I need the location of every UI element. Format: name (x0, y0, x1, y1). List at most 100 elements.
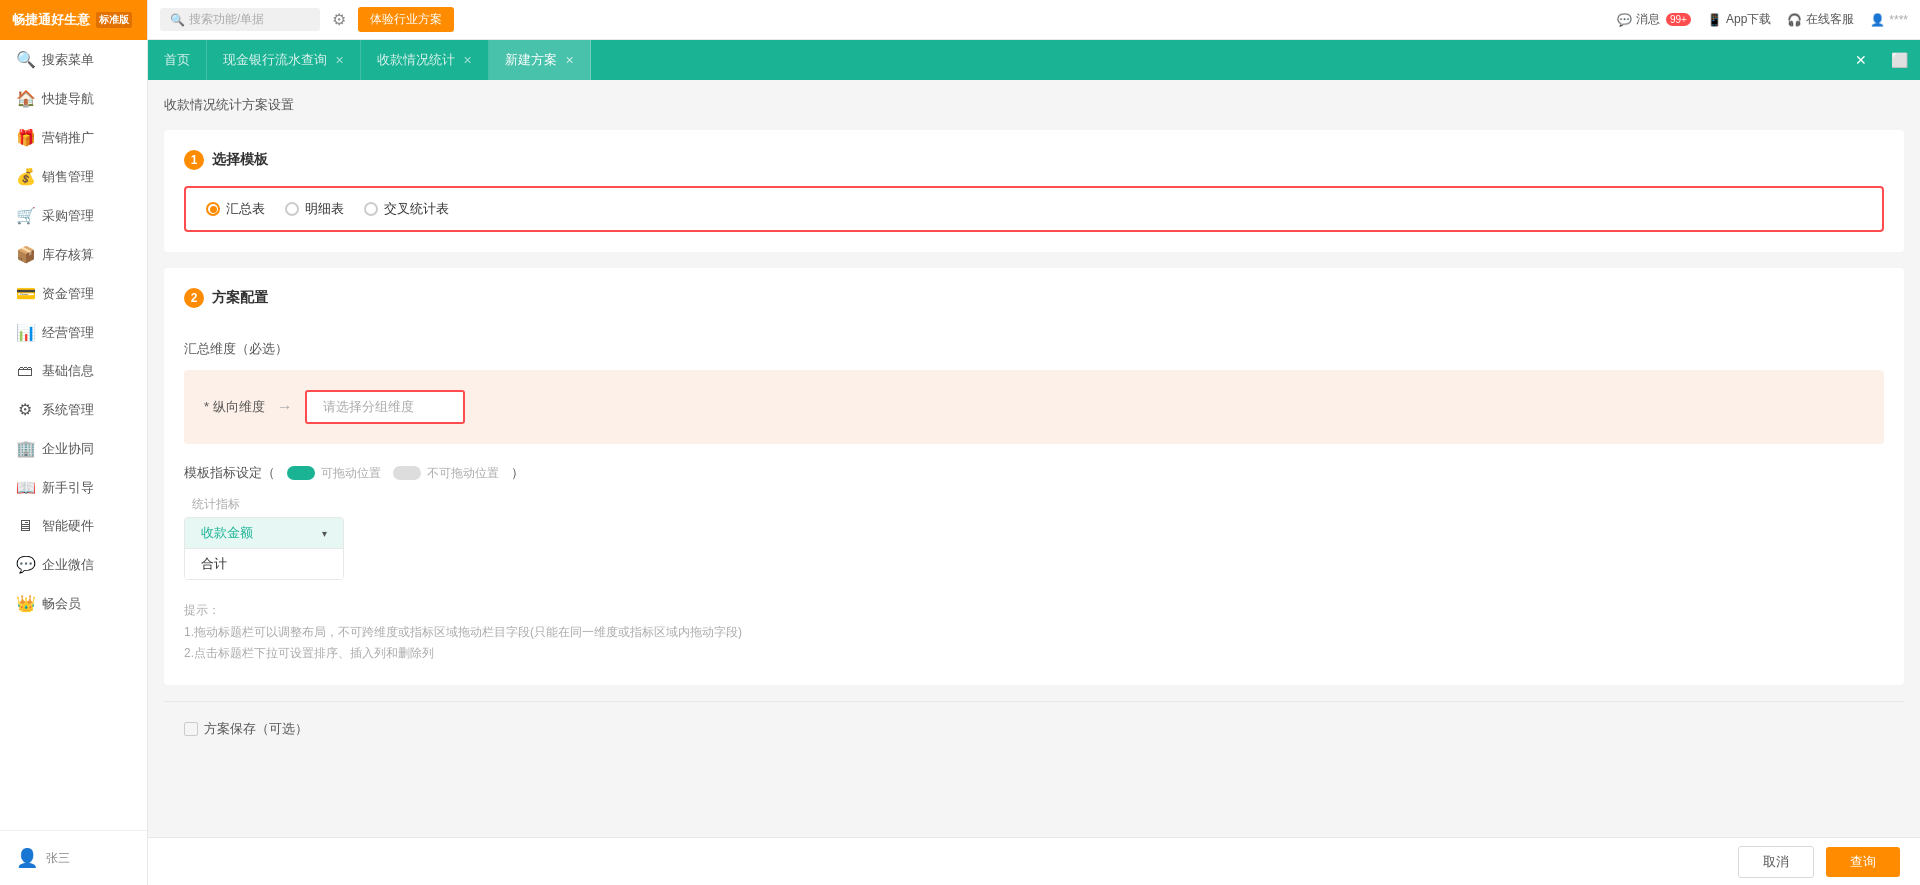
step2-text: 方案配置 (212, 289, 268, 307)
nav-icon: 🏠 (16, 89, 34, 108)
sidebar-label-system: 系统管理 (42, 401, 94, 419)
dimension-area: * 纵向维度 → 请选择分组维度 (184, 370, 1884, 444)
radio-summary-circle (206, 202, 220, 216)
trial-button[interactable]: 体验行业方案 (358, 7, 454, 32)
topbar-search-box[interactable]: 🔍 搜索功能/单据 (160, 8, 320, 31)
indicator-table: 收款金额 ▾ 合计 (184, 517, 344, 580)
dimension-select-box[interactable]: 请选择分组维度 (305, 390, 465, 424)
member-icon: 👑 (16, 594, 34, 613)
sidebar-bottom-avatar[interactable]: 👤 张三 (0, 839, 147, 877)
radio-detail-label: 明细表 (305, 200, 344, 218)
tab-bank-close-icon[interactable]: ✕ (335, 54, 344, 67)
sidebar-label-finance: 资金管理 (42, 285, 94, 303)
tab-bank-label: 现金银行流水查询 (223, 51, 327, 69)
tab-home[interactable]: 首页 (148, 40, 207, 80)
sidebar-bottom: 👤 张三 (0, 830, 147, 885)
radio-summary-label: 汇总表 (226, 200, 265, 218)
sidebar-item-operation[interactable]: 📊经营管理 (0, 313, 147, 352)
radio-cross-label: 交叉统计表 (384, 200, 449, 218)
sidebar-label-marketing: 营销推广 (42, 129, 94, 147)
radio-cross[interactable]: 交叉统计表 (364, 200, 449, 218)
sidebar-label-search: 搜索菜单 (42, 51, 94, 69)
tip-item-1: 1.拖动标题栏可以调整布局，不可跨维度或指标区域拖动栏目字段(只能在同一维度或指… (184, 622, 1884, 644)
radio-summary[interactable]: 汇总表 (206, 200, 265, 218)
draggable-hint-box (287, 466, 315, 480)
window-controls: ✕ ⬜ (1843, 40, 1920, 80)
save-checkbox-label[interactable]: 方案保存（可选） (184, 720, 308, 738)
logo-sub: 标准版 (96, 12, 132, 28)
tip-item-2: 2.点击标题栏下拉可设置排序、插入列和删除列 (184, 643, 1884, 665)
sidebar-bottom-username: 张三 (46, 850, 70, 867)
sidebar-label-sales: 销售管理 (42, 168, 94, 186)
step1-text: 选择模板 (212, 151, 268, 169)
indicator-section: 模板指标设定（ 可拖动位置 不可拖动位置 ） (184, 464, 1884, 580)
vertical-label: * 纵向维度 (204, 398, 265, 416)
sidebar-item-member[interactable]: 👑畅会员 (0, 584, 147, 623)
sidebar-item-purchase[interactable]: 🛒采购管理 (0, 196, 147, 235)
footer-bar: 方案保存（可选） (164, 701, 1904, 757)
sidebar-item-basic[interactable]: 🗃基础信息 (0, 352, 147, 390)
guide-icon: 📖 (16, 478, 34, 497)
query-button[interactable]: 查询 (1826, 847, 1900, 877)
tab-receipt[interactable]: 收款情况统计 ✕ (361, 40, 489, 80)
stats-column: 统计指标 收款金额 ▾ 合计 (184, 492, 344, 580)
step2-num: 2 (184, 288, 204, 308)
topbar-right: 💬 消息 99+ 📱 App下载 🎧 在线客服 👤 **** (1617, 11, 1908, 28)
message-item[interactable]: 💬 消息 99+ (1617, 11, 1691, 28)
save-checkbox[interactable] (184, 722, 198, 736)
sidebar-item-search[interactable]: 🔍 搜索菜单 (0, 40, 147, 79)
message-label: 消息 (1636, 11, 1660, 28)
main-area: 🔍 搜索功能/单据 ⚙ 体验行业方案 💬 消息 99+ 📱 App下载 🎧 在线… (148, 0, 1920, 885)
operation-icon: 📊 (16, 323, 34, 342)
enterprise-icon: 🏢 (16, 439, 34, 458)
plan-config: 汇总维度（必选） * 纵向维度 → 请选择分组维度 模板指标设定（ (184, 340, 1884, 665)
settings-icon[interactable]: ⚙ (328, 10, 350, 29)
radio-detail-circle (285, 202, 299, 216)
indicator-header: 模板指标设定（ 可拖动位置 不可拖动位置 ） (184, 464, 1884, 482)
template-selection-box: 汇总表 明细表 交叉统计表 (184, 186, 1884, 232)
sidebar-item-nav[interactable]: 🏠 快捷导航 (0, 79, 147, 118)
sidebar-item-sales[interactable]: 💰 销售管理 (0, 157, 147, 196)
sidebar-label-guide: 新手引导 (42, 479, 94, 497)
service-item[interactable]: 🎧 在线客服 (1787, 11, 1854, 28)
tab-new-plan[interactable]: 新建方案 ✕ (489, 40, 591, 80)
sidebar-item-system[interactable]: ⚙系统管理 (0, 390, 147, 429)
sidebar-item-enterprise[interactable]: 🏢企业协同 (0, 429, 147, 468)
user-icon: 👤 (1870, 13, 1885, 27)
sidebar-label-basic: 基础信息 (42, 362, 94, 380)
user-item[interactable]: 👤 **** (1870, 13, 1908, 27)
indicator-table-header[interactable]: 收款金额 ▾ (185, 518, 343, 549)
step2-label: 2 方案配置 (184, 288, 268, 308)
indicator-tables-wrapper: 统计指标 收款金额 ▾ 合计 (184, 492, 1884, 580)
wechat-icon: 💬 (16, 555, 34, 574)
download-icon: 📱 (1707, 13, 1722, 27)
non-draggable-label: 不可拖动位置 (427, 465, 499, 482)
username-display: **** (1889, 13, 1908, 27)
radio-detail[interactable]: 明细表 (285, 200, 344, 218)
message-icon: 💬 (1617, 13, 1632, 27)
cancel-button[interactable]: 取消 (1738, 846, 1814, 878)
sales-icon: 💰 (16, 167, 34, 186)
tab-bank[interactable]: 现金银行流水查询 ✕ (207, 40, 361, 80)
sidebar-item-finance[interactable]: 💳资金管理 (0, 274, 147, 313)
indicator-col-header-text: 收款金额 (201, 524, 253, 542)
app-download-item[interactable]: 📱 App下载 (1707, 11, 1771, 28)
non-draggable-hint-box (393, 466, 421, 480)
sidebar-item-hardware[interactable]: 🖥智能硬件 (0, 507, 147, 545)
radio-cross-circle (364, 202, 378, 216)
sidebar-item-marketing[interactable]: 🎁营销推广 (0, 118, 147, 157)
message-badge: 99+ (1666, 13, 1691, 26)
sidebar-item-wechat[interactable]: 💬企业微信 (0, 545, 147, 584)
window-close-icon[interactable]: ✕ (1843, 52, 1879, 68)
search-icon: 🔍 (16, 50, 34, 69)
tip-title-text: 提示： (184, 603, 220, 617)
tab-receipt-close-icon[interactable]: ✕ (463, 54, 472, 67)
hardware-icon: 🖥 (16, 517, 34, 535)
chevron-down-icon: ▾ (322, 528, 327, 539)
sidebar-label-nav: 快捷导航 (42, 90, 94, 108)
sidebar-item-guide[interactable]: 📖 新手引导 (0, 468, 147, 507)
tab-new-plan-close-icon[interactable]: ✕ (565, 54, 574, 67)
window-maximize-icon[interactable]: ⬜ (1879, 52, 1920, 68)
sidebar-item-inventory[interactable]: 📦库存核算 (0, 235, 147, 274)
indicator-close-paren: ） (511, 464, 524, 482)
